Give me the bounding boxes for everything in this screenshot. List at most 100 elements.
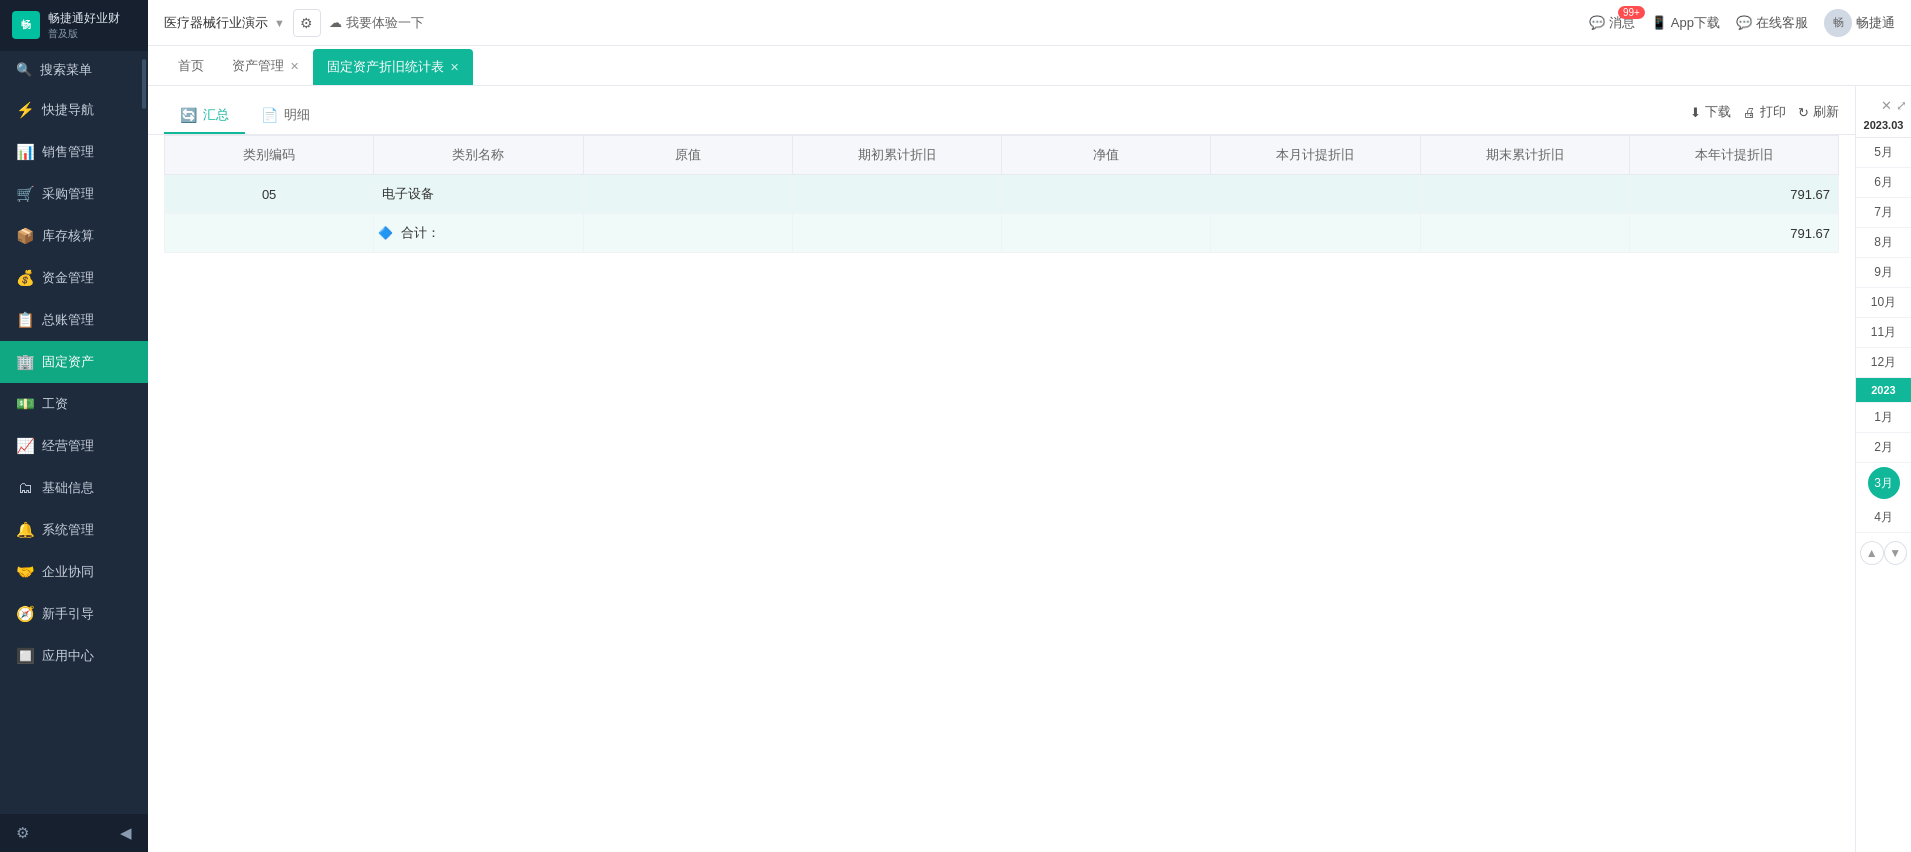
operations-icon: 📈 (16, 437, 34, 455)
settings-icon[interactable]: ⚙ (16, 824, 29, 842)
date-month-8[interactable]: 8月 (1856, 228, 1911, 258)
tab-asset-mgmt[interactable]: 资产管理 ✕ (218, 49, 313, 85)
cell-annual-depreciation: 791.67 (1629, 175, 1838, 214)
company-name: 医疗器械行业演示 (164, 14, 268, 32)
refresh-button[interactable]: ↻ 刷新 (1798, 103, 1839, 121)
date-month-3-active[interactable]: 3月 (1868, 467, 1900, 499)
tab-depreciation[interactable]: 固定资产折旧统计表 ✕ (313, 49, 473, 85)
date-month-12[interactable]: 12月 (1856, 348, 1911, 378)
content-area: 🔄 汇总 📄 明细 ⬇ 下载 🖨 打印 (148, 86, 1911, 852)
date-month-7[interactable]: 7月 (1856, 198, 1911, 228)
col-original-value: 原值 (583, 136, 792, 175)
sidebar-item-ledger[interactable]: 📋 总账管理 (0, 299, 148, 341)
ledger-icon: 📋 (16, 311, 34, 329)
summary-icon: 🔄 (180, 107, 197, 123)
date-month-10[interactable]: 10月 (1856, 288, 1911, 318)
sidebar-item-operations[interactable]: 📈 经营管理 (0, 425, 148, 467)
sidebar-item-purchase[interactable]: 🛒 采购管理 (0, 173, 148, 215)
print-icon: 🖨 (1743, 105, 1756, 120)
col-annual-depreciation: 本年计提折旧 (1629, 136, 1838, 175)
date-month-4[interactable]: 4月 (1856, 503, 1911, 533)
date-month-6[interactable]: 6月 (1856, 168, 1911, 198)
date-nav-down[interactable]: ▼ (1884, 541, 1908, 565)
topbar: 医疗器械行业演示 ▼ ⚙ ☁ 我要体验一下 💬 消息 99+ 📱 App下载 (148, 0, 1911, 46)
online-service-button[interactable]: 💬 在线客服 (1736, 14, 1808, 32)
message-icon: 💬 (1589, 15, 1605, 30)
basic-info-icon: 🗂 (16, 479, 34, 496)
date-year-2023[interactable]: 2023 (1856, 378, 1911, 403)
cell-monthly-depreciation (1211, 175, 1420, 214)
col-category-name: 类别名称 (374, 136, 583, 175)
tab-home[interactable]: 首页 (164, 49, 218, 85)
download-button[interactable]: ⬇ 下载 (1690, 103, 1731, 121)
sidebar-nav: 🔍 搜索菜单 ⚡ 快捷导航 📊 销售管理 🛒 采购管理 📦 库存核算 💰 资金管… (0, 51, 148, 814)
date-month-5[interactable]: 5月 (1856, 138, 1911, 168)
refresh-icon: ↻ (1798, 105, 1809, 120)
print-button[interactable]: 🖨 打印 (1743, 103, 1786, 121)
sub-tab-summary[interactable]: 🔄 汇总 (164, 98, 245, 134)
date-month-11[interactable]: 11月 (1856, 318, 1911, 348)
tab-asset-mgmt-close[interactable]: ✕ (290, 60, 299, 73)
sidebar-item-inventory[interactable]: 📦 库存核算 (0, 215, 148, 257)
cloud-icon: ☁ (329, 15, 342, 30)
sub-tab-detail[interactable]: 📄 明细 (245, 98, 326, 134)
sidebar-item-sales[interactable]: 📊 销售管理 (0, 131, 148, 173)
tab-depreciation-close[interactable]: ✕ (450, 61, 459, 74)
sidebar-item-app-center[interactable]: 🔲 应用中心 (0, 635, 148, 677)
app-edition: 普及版 (48, 27, 120, 41)
date-panel-header: 2023.03 (1856, 113, 1911, 138)
col-category-code: 类别编码 (165, 136, 374, 175)
date-nav-up[interactable]: ▲ (1860, 541, 1884, 565)
depreciation-table: 类别编码 类别名称 原值 期初累计折旧 净值 本月计提折旧 期末累计折旧 本年计… (164, 135, 1839, 253)
sidebar-search[interactable]: 🔍 搜索菜单 (0, 51, 148, 89)
sidebar-item-fixed-assets[interactable]: 🏢 固定资产 (0, 341, 148, 383)
company-dropdown-icon: ▼ (274, 17, 285, 29)
avatar: 畅 (1824, 9, 1852, 37)
content-inner: 🔄 汇总 📄 明细 ⬇ 下载 🖨 打印 (148, 86, 1855, 852)
date-month-2[interactable]: 2月 (1856, 433, 1911, 463)
experience-button[interactable]: ☁ 我要体验一下 (329, 14, 424, 32)
cell-category-code: 05 (165, 175, 374, 214)
date-month-9[interactable]: 9月 (1856, 258, 1911, 288)
gear-button[interactable]: ⚙ (293, 9, 321, 37)
fixed-assets-icon: 🏢 (16, 353, 34, 371)
sidebar-item-finance[interactable]: 💰 资金管理 (0, 257, 148, 299)
detail-icon: 📄 (261, 107, 278, 123)
sub-tabs: 🔄 汇总 📄 明细 ⬇ 下载 🖨 打印 (148, 86, 1855, 135)
sidebar-footer: ⚙ ◀ (0, 814, 148, 852)
sidebar-item-payroll[interactable]: 💵 工资 (0, 383, 148, 425)
message-button[interactable]: 💬 消息 99+ (1589, 14, 1635, 32)
sidebar-item-enterprise[interactable]: 🤝 企业协同 (0, 551, 148, 593)
download-icon: ⬇ (1690, 105, 1701, 120)
finance-icon: 💰 (16, 269, 34, 287)
sidebar-item-system[interactable]: 🔔 系统管理 (0, 509, 148, 551)
logo-icon: 畅 (12, 11, 40, 39)
date-panel-expand-btn[interactable]: ⤢ (1896, 98, 1907, 113)
company-selector[interactable]: 医疗器械行业演示 ▼ (164, 14, 285, 32)
sales-icon: 📊 (16, 143, 34, 161)
sidebar: 畅 畅捷通好业财 普及版 🔍 搜索菜单 ⚡ 快捷导航 📊 销售管理 🛒 采购管理 (0, 0, 148, 852)
service-icon: 💬 (1736, 15, 1752, 30)
sidebar-item-quick-nav[interactable]: ⚡ 快捷导航 (0, 89, 148, 131)
main-area: 医疗器械行业演示 ▼ ⚙ ☁ 我要体验一下 💬 消息 99+ 📱 App下载 (148, 0, 1911, 852)
cell-accumulated-depreciation (792, 175, 1001, 214)
user-menu[interactable]: 畅 畅捷通 (1824, 9, 1895, 37)
gear-icon: ⚙ (300, 15, 313, 31)
enterprise-icon: 🤝 (16, 563, 34, 581)
sidebar-item-guide[interactable]: 🧭 新手引导 (0, 593, 148, 635)
cell-net-value (1002, 175, 1211, 214)
app-download-button[interactable]: 📱 App下载 (1651, 14, 1720, 32)
purchase-icon: 🛒 (16, 185, 34, 203)
subtotal-icon: 🔷 (378, 226, 393, 240)
date-month-1[interactable]: 1月 (1856, 403, 1911, 433)
cell-period-end-accumulated (1420, 175, 1629, 214)
col-period-end-accumulated: 期末累计折旧 (1420, 136, 1629, 175)
sidebar-header: 畅 畅捷通好业财 普及版 (0, 0, 148, 51)
table-area: 类别编码 类别名称 原值 期初累计折旧 净值 本月计提折旧 期末累计折旧 本年计… (148, 135, 1855, 852)
inventory-icon: 📦 (16, 227, 34, 245)
download-icon: 📱 (1651, 15, 1667, 30)
sidebar-item-basic-info[interactable]: 🗂 基础信息 (0, 467, 148, 509)
quick-nav-icon: ⚡ (16, 101, 34, 119)
date-panel-close-btn[interactable]: ✕ (1881, 98, 1892, 113)
collapse-icon[interactable]: ◀ (120, 824, 132, 842)
